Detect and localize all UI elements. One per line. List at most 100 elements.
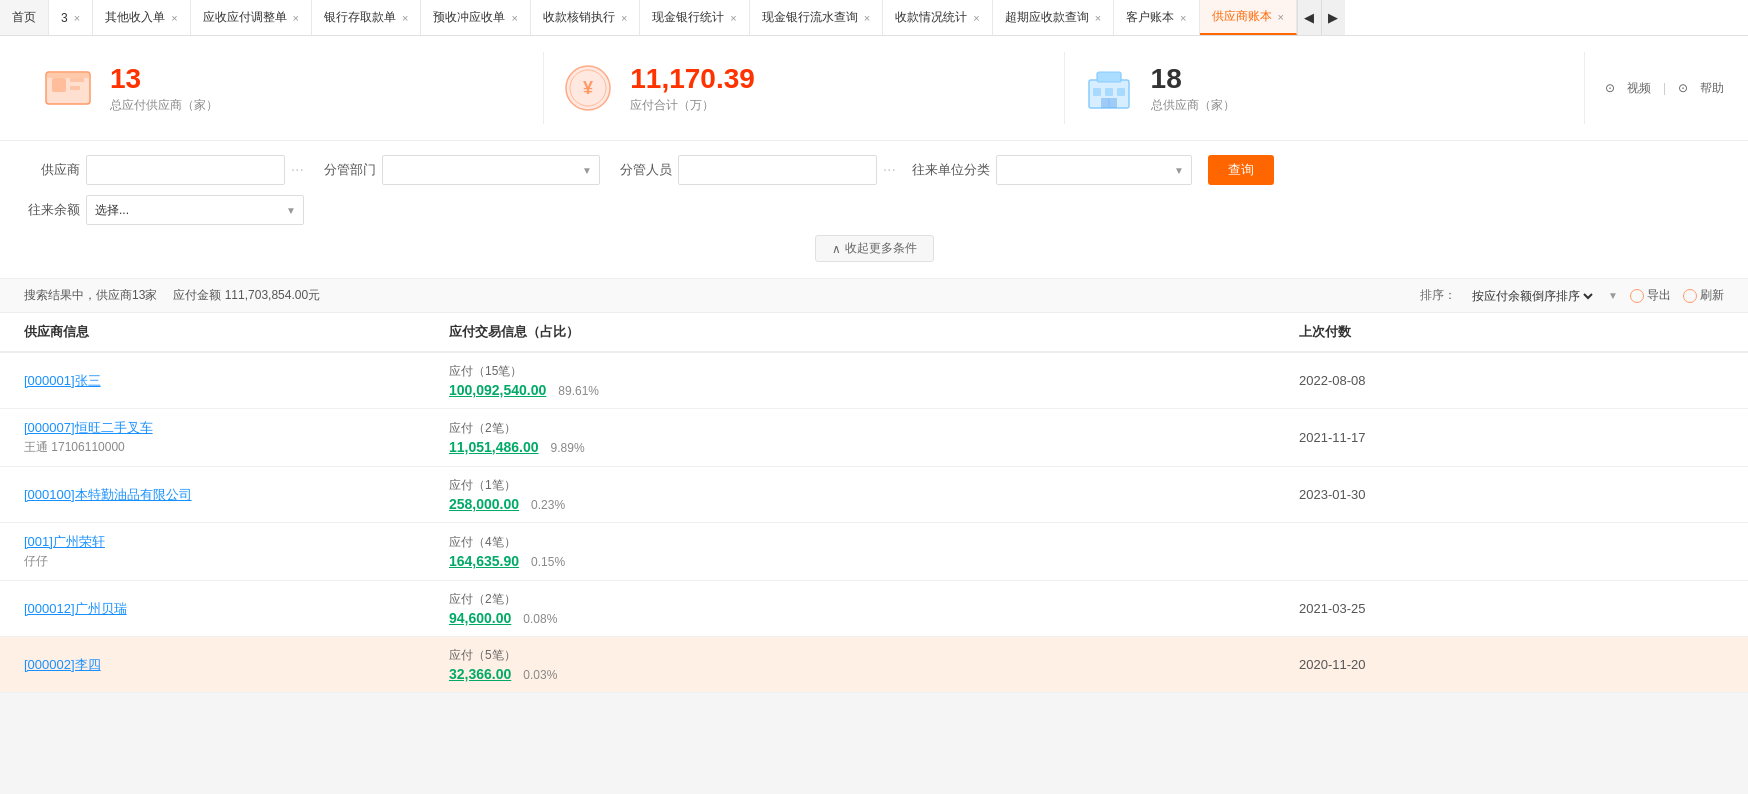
person-dots-icon[interactable]: ··· (883, 161, 896, 179)
nav-tab-label: 现金银行流水查询 (762, 9, 858, 26)
tx-amount[interactable]: 11,051,486.00 (449, 439, 539, 455)
filter-item-balance: 往来余额 选择... ▼ (24, 195, 304, 225)
nav-tab-label: 收款核销执行 (543, 9, 615, 26)
svg-rect-3 (70, 86, 80, 90)
close-icon[interactable]: × (973, 12, 979, 24)
nav-arrow-left[interactable]: ◀ (1297, 0, 1321, 36)
refresh-button[interactable]: 刷新 (1683, 287, 1724, 304)
supplier-input[interactable] (86, 155, 285, 185)
collapse-button[interactable]: ∧ 收起更多条件 (815, 235, 934, 262)
nav-tab-3[interactable]: 3 × (49, 0, 93, 35)
close-icon[interactable]: × (1180, 12, 1186, 24)
svg-rect-11 (1105, 88, 1113, 96)
summary-card-total-suppliers: 18 总供应商（家） (1065, 52, 1585, 124)
help-link[interactable]: 帮助 (1700, 80, 1724, 97)
nav-tab-customer-ledger[interactable]: 客户账本 × (1114, 0, 1199, 35)
video-link[interactable]: 视频 (1627, 80, 1651, 97)
tx-label: 应付（2笔） (449, 420, 1299, 437)
balance-select[interactable]: 选择... (86, 195, 304, 225)
refresh-label: 刷新 (1700, 287, 1724, 304)
supplier-link[interactable]: [000002]李四 (24, 657, 101, 672)
nav-tab-prepay[interactable]: 预收冲应收单 × (421, 0, 530, 35)
nav-tab-supplier-ledger[interactable]: 供应商账本 × (1200, 0, 1297, 35)
supplier-dots-icon[interactable]: ··· (291, 161, 304, 179)
supplier-link[interactable]: [000012]广州贝瑞 (24, 601, 127, 616)
supplier-link[interactable]: [001]广州荣轩 (24, 534, 105, 549)
nav-tab-cash-stats[interactable]: 现金银行统计 × (640, 0, 749, 35)
query-button[interactable]: 查询 (1208, 155, 1274, 185)
header-tx-info: 应付交易信息（占比） (449, 323, 1299, 341)
svg-rect-4 (46, 72, 90, 78)
category-select[interactable] (996, 155, 1192, 185)
dept-select[interactable] (382, 155, 600, 185)
nav-tab-label: 其他收入单 (105, 9, 165, 26)
tx-row: 164,635.90 0.15% (449, 551, 1299, 569)
filter-row-1: 供应商 ··· 分管部门 ▼ 分管人员 ··· 往来单位分类 ▼ 查询 (24, 155, 1724, 185)
tx-amount[interactable]: 94,600.00 (449, 610, 511, 626)
person-input[interactable] (678, 155, 877, 185)
supplier-info-cell: [000012]广州贝瑞 (24, 600, 449, 618)
category-select-wrapper: ▼ (996, 155, 1192, 185)
tx-row: 100,092,540.00 89.61% (449, 380, 1299, 398)
nav-arrow-right[interactable]: ▶ (1321, 0, 1345, 36)
svg-rect-12 (1117, 88, 1125, 96)
circle-play-icon: ⊙ (1605, 81, 1615, 95)
last-payment-cell: 2022-08-08 (1299, 373, 1724, 388)
close-icon[interactable]: × (621, 12, 627, 24)
nav-tab-overdue-ar[interactable]: 超期应收款查询 × (993, 0, 1114, 35)
supplier-link[interactable]: [000100]本特勤油品有限公司 (24, 487, 192, 502)
chevron-down-icon: ▼ (1608, 290, 1618, 301)
tx-percent: 0.08% (523, 612, 557, 626)
tx-percent: 89.61% (558, 384, 599, 398)
tx-amount[interactable]: 32,366.00 (449, 666, 511, 682)
nav-tab-collection[interactable]: 收款核销执行 × (531, 0, 640, 35)
data-table: 供应商信息 应付交易信息（占比） 上次付数 [000001]张三 应付（15笔）… (0, 313, 1748, 693)
nav-tab-cash-flow[interactable]: 现金银行流水查询 × (750, 0, 883, 35)
tx-percent: 9.89% (551, 441, 585, 455)
last-payment: 2021-11-17 (1299, 430, 1724, 445)
tx-amount[interactable]: 100,092,540.00 (449, 382, 546, 398)
transaction-info-cell: 应付（2笔） 11,051,486.00 9.89% (449, 420, 1299, 455)
close-icon[interactable]: × (171, 12, 177, 24)
dept-label: 分管部门 (320, 161, 376, 179)
tx-percent: 0.23% (531, 498, 565, 512)
sort-select[interactable]: 按应付余额倒序排序 (1468, 288, 1596, 304)
balance-label: 往来余额 (24, 201, 80, 219)
close-icon[interactable]: × (511, 12, 517, 24)
summary-card2-number: 11,170.39 (630, 62, 755, 96)
export-button[interactable]: 导出 (1630, 287, 1671, 304)
nav-tab-label: 收款情况统计 (895, 9, 967, 26)
close-icon[interactable]: × (1095, 12, 1101, 24)
supplier-link[interactable]: [000007]恒旺二手叉车 (24, 420, 153, 435)
supplier-link[interactable]: [000001]张三 (24, 373, 101, 388)
nav-tab-other-income[interactable]: 其他收入单 × (93, 0, 190, 35)
tx-label: 应付（5笔） (449, 647, 1299, 664)
close-icon[interactable]: × (1278, 11, 1284, 23)
nav-tab-label: 预收冲应收单 (433, 9, 505, 26)
close-icon[interactable]: × (730, 12, 736, 24)
supplier-payable-icon (40, 60, 96, 116)
nav-tab-label: 超期应收款查询 (1005, 9, 1089, 26)
close-icon[interactable]: × (74, 12, 80, 24)
close-icon[interactable]: × (293, 12, 299, 24)
summary-card-suppliers-payable: 13 总应付供应商（家） (24, 52, 544, 124)
table-row: [000007]恒旺二手叉车 王通 17106110000 应付（2笔） 11,… (0, 409, 1748, 467)
nav-tab-home[interactable]: 首页 (0, 0, 49, 35)
close-icon[interactable]: × (864, 12, 870, 24)
svg-rect-2 (70, 78, 84, 82)
tx-amount[interactable]: 164,635.90 (449, 553, 519, 569)
nav-tab-collection-stats[interactable]: 收款情况统计 × (883, 0, 992, 35)
header-last-pay: 上次付数 (1299, 323, 1724, 341)
summary-bar: 13 总应付供应商（家） ¥ 11,170.39 应付合计（万） (0, 36, 1748, 141)
results-info: 搜索结果中，供应商13家 应付金额 111,703,854.00元 (24, 287, 320, 304)
nav-tab-ar-adjust[interactable]: 应收应付调整单 × (191, 0, 312, 35)
svg-rect-9 (1097, 72, 1121, 82)
transaction-info-cell: 应付（4笔） 164,635.90 0.15% (449, 534, 1299, 569)
summary-card2-label: 应付合计（万） (630, 97, 755, 114)
summary-card1-label: 总应付供应商（家） (110, 97, 218, 114)
payable-total-icon: ¥ (560, 60, 616, 116)
export-label: 导出 (1647, 287, 1671, 304)
tx-amount[interactable]: 258,000.00 (449, 496, 519, 512)
nav-tab-bank-deposit[interactable]: 银行存取款单 × (312, 0, 421, 35)
close-icon[interactable]: × (402, 12, 408, 24)
